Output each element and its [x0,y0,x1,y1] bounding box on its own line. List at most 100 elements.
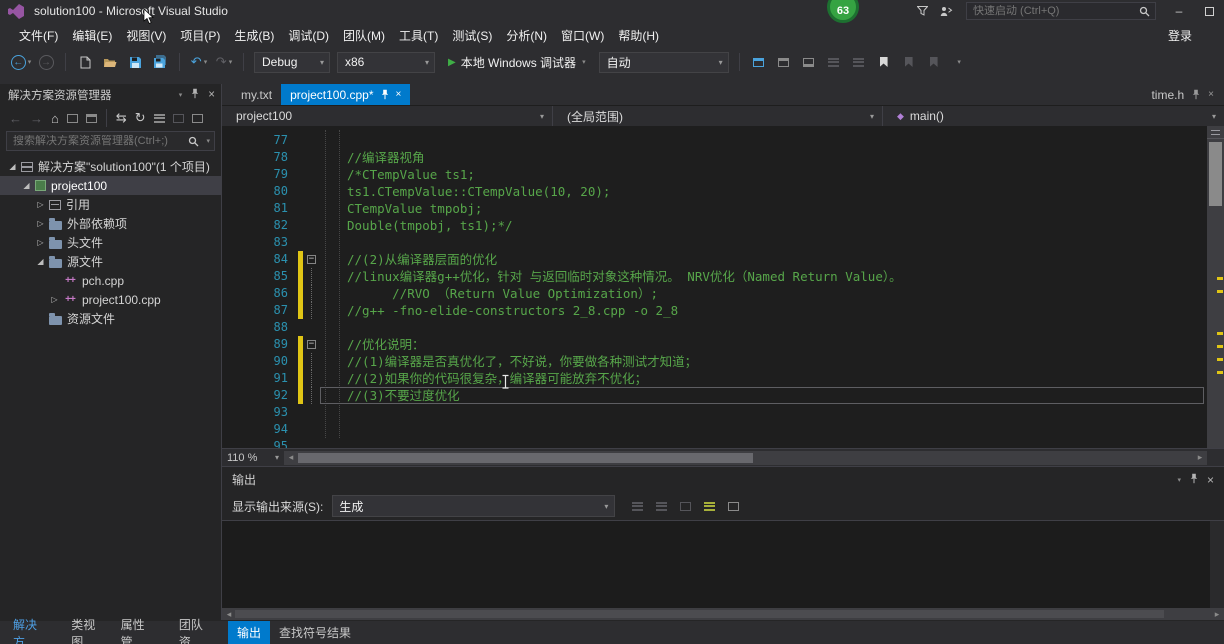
menu-item[interactable]: 视图(V) [119,23,173,48]
menu-item[interactable]: 文件(F) [12,23,65,48]
comment-lines-icon[interactable] [823,51,845,73]
menu-item[interactable]: 工具(T) [392,23,445,48]
pin-icon[interactable] [1189,473,1199,487]
output-source-select[interactable]: 生成 ▾ [332,495,616,517]
code-line-79[interactable]: 79 /*CTempValue ts1; [222,166,1207,183]
scroll-left-icon[interactable]: ◂ [222,609,236,620]
code-line-86[interactable]: 86 //RVO （Return Value Optimization）; [222,285,1207,302]
properties-icon[interactable] [191,113,203,123]
pin-icon[interactable] [1191,89,1201,100]
show-all-files-icon[interactable] [172,113,184,123]
scroll-right-icon[interactable]: ▸ [1210,609,1224,620]
uncomment-lines-icon[interactable] [848,51,870,73]
code-line-80[interactable]: 80 ts1.CTempValue::CTempValue(10, 20); [222,183,1207,200]
code-line-95[interactable]: 95 [222,438,1207,448]
close-icon[interactable]: × [208,89,215,101]
code-line-83[interactable]: 83 [222,234,1207,251]
tree-item[interactable]: 资源文件 [0,309,221,328]
panel-tab[interactable]: 团队资... [170,618,228,644]
menu-item[interactable]: 分析(N) [499,23,554,48]
go-to-message-icon[interactable] [680,501,692,511]
menu-item[interactable]: 调试(D) [281,23,336,48]
editor-horizontal-scrollbar[interactable]: ◂ ▸ [284,450,1207,465]
menu-item[interactable]: 测试(S) [445,23,499,48]
solution-configuration-select[interactable]: Debug ▾ [254,51,330,73]
previous-bookmark-icon[interactable] [898,51,920,73]
twisty-collapsed-icon[interactable]: ▷ [34,238,47,247]
twisty-expanded-icon[interactable]: ◢ [34,257,47,266]
panel-tab[interactable]: 输出 [228,621,271,644]
menu-item[interactable]: 生成(B) [227,23,281,48]
start-debugging-button[interactable]: ▶ 本地 Windows 调试器 ▾ [440,51,594,73]
bookmark-icon[interactable] [873,51,895,73]
close-icon[interactable]: × [1207,473,1214,487]
code-line-77[interactable]: 77 [222,132,1207,149]
collapse-region-icon[interactable]: − [307,255,316,264]
quick-launch-input[interactable] [967,5,1135,17]
collapse-all-icon[interactable] [153,113,165,123]
navigate-forward-button[interactable]: → [35,51,57,73]
scroll-left-icon[interactable]: ◂ [284,452,298,463]
previous-message-icon[interactable] [632,501,644,511]
maximize-button[interactable] [1194,0,1224,22]
document-tab-time-h[interactable]: time.h [1151,88,1184,102]
menu-item[interactable]: 编辑(E) [65,23,119,48]
solution-search-input[interactable] [7,135,182,147]
minimize-button[interactable]: – [1164,0,1194,22]
code-editor[interactable]: 77 78 //编译器视角 79 /*CTempValue ts1; 80 ts1.CTem… [222,126,1224,448]
code-line-78[interactable]: 78 //编译器视角 [222,149,1207,166]
code-line-94[interactable]: 94 [222,421,1207,438]
editor-vertical-scrollbar[interactable] [1207,126,1224,448]
solution-platform-select[interactable]: x86 ▾ [337,51,435,73]
code-line-87[interactable]: 87 //g++ -fno-elide-constructors 2_8.cpp … [222,302,1207,319]
code-line-84[interactable]: 84 − //(2)从编译器层面的优化 [222,251,1207,268]
tree-item[interactable]: ◢ project100 [0,176,221,195]
clear-all-icon[interactable] [704,501,716,511]
panel-tab[interactable]: 属性管... [112,618,170,644]
code-line-90[interactable]: 90 //(1)编译器是否真优化了，不好说，你要做各种测试才知道； [222,353,1207,370]
tree-item[interactable]: ++ pch.cpp [0,271,221,290]
editor-tab[interactable]: my.txt [232,84,281,105]
scrollbar-thumb[interactable] [1209,142,1222,206]
tree-item[interactable]: ◢ 源文件 [0,252,221,271]
save-button[interactable] [124,51,146,73]
next-message-icon[interactable] [656,501,668,511]
pin-icon[interactable] [190,88,200,102]
solution-search-box[interactable]: ▾ [6,131,215,151]
pending-changes-filter-icon[interactable] [85,113,97,123]
toggle-word-wrap-icon[interactable] [728,501,740,511]
explorer-back-icon[interactable]: ← [9,111,22,126]
filter-feedback-icon[interactable] [910,6,934,16]
find-in-files-icon[interactable] [748,51,770,73]
close-icon[interactable]: × [1208,89,1214,100]
twisty-collapsed-icon[interactable]: ▷ [34,200,47,209]
menu-item[interactable]: 帮助(H) [611,23,666,48]
send-feedback-icon[interactable] [934,6,958,17]
twisty-expanded-icon[interactable]: ◢ [6,162,19,171]
menu-item[interactable]: 项目(P) [173,23,227,48]
output-vertical-scrollbar[interactable] [1210,521,1224,608]
twisty-expanded-icon[interactable]: ◢ [20,181,33,190]
menu-item[interactable]: 团队(M) [336,23,392,48]
navigate-backward-button[interactable]: ← ▾ [10,51,32,73]
sign-in-button[interactable]: 登录 [1168,27,1192,44]
scope-dropdown[interactable]: (全局范围) ▾ [553,106,883,126]
search-icon[interactable] [185,136,201,147]
pin-icon[interactable] [380,89,390,100]
explorer-forward-icon[interactable]: → [30,111,43,126]
output-content[interactable] [222,520,1224,608]
code-line-81[interactable]: 81 CTempValue tmpobj; [222,200,1207,217]
editor-tab[interactable]: project100.cpp* × [281,84,411,105]
next-bookmark-icon[interactable] [923,51,945,73]
code-line-91[interactable]: 91 //(2)如果你的代码很复杂，编译器可能放弃不优化； [222,370,1207,387]
close-icon[interactable]: × [396,89,402,100]
tree-item[interactable]: ◢ 解决方案"solution100"(1 个项目) [0,157,221,176]
undo-button[interactable]: ↶ ▾ [188,51,210,73]
code-line-82[interactable]: 82 Double(tmpobj, ts1);*/ [222,217,1207,234]
panel-tab[interactable]: 查找符号结果 [270,621,360,644]
twisty-collapsed-icon[interactable]: ▷ [34,219,47,228]
scroll-right-icon[interactable]: ▸ [1193,452,1207,463]
twisty-collapsed-icon[interactable]: ▷ [48,295,61,304]
scrollbar-thumb[interactable] [235,610,1164,618]
project-dropdown[interactable]: project100 ▾ [222,106,553,126]
